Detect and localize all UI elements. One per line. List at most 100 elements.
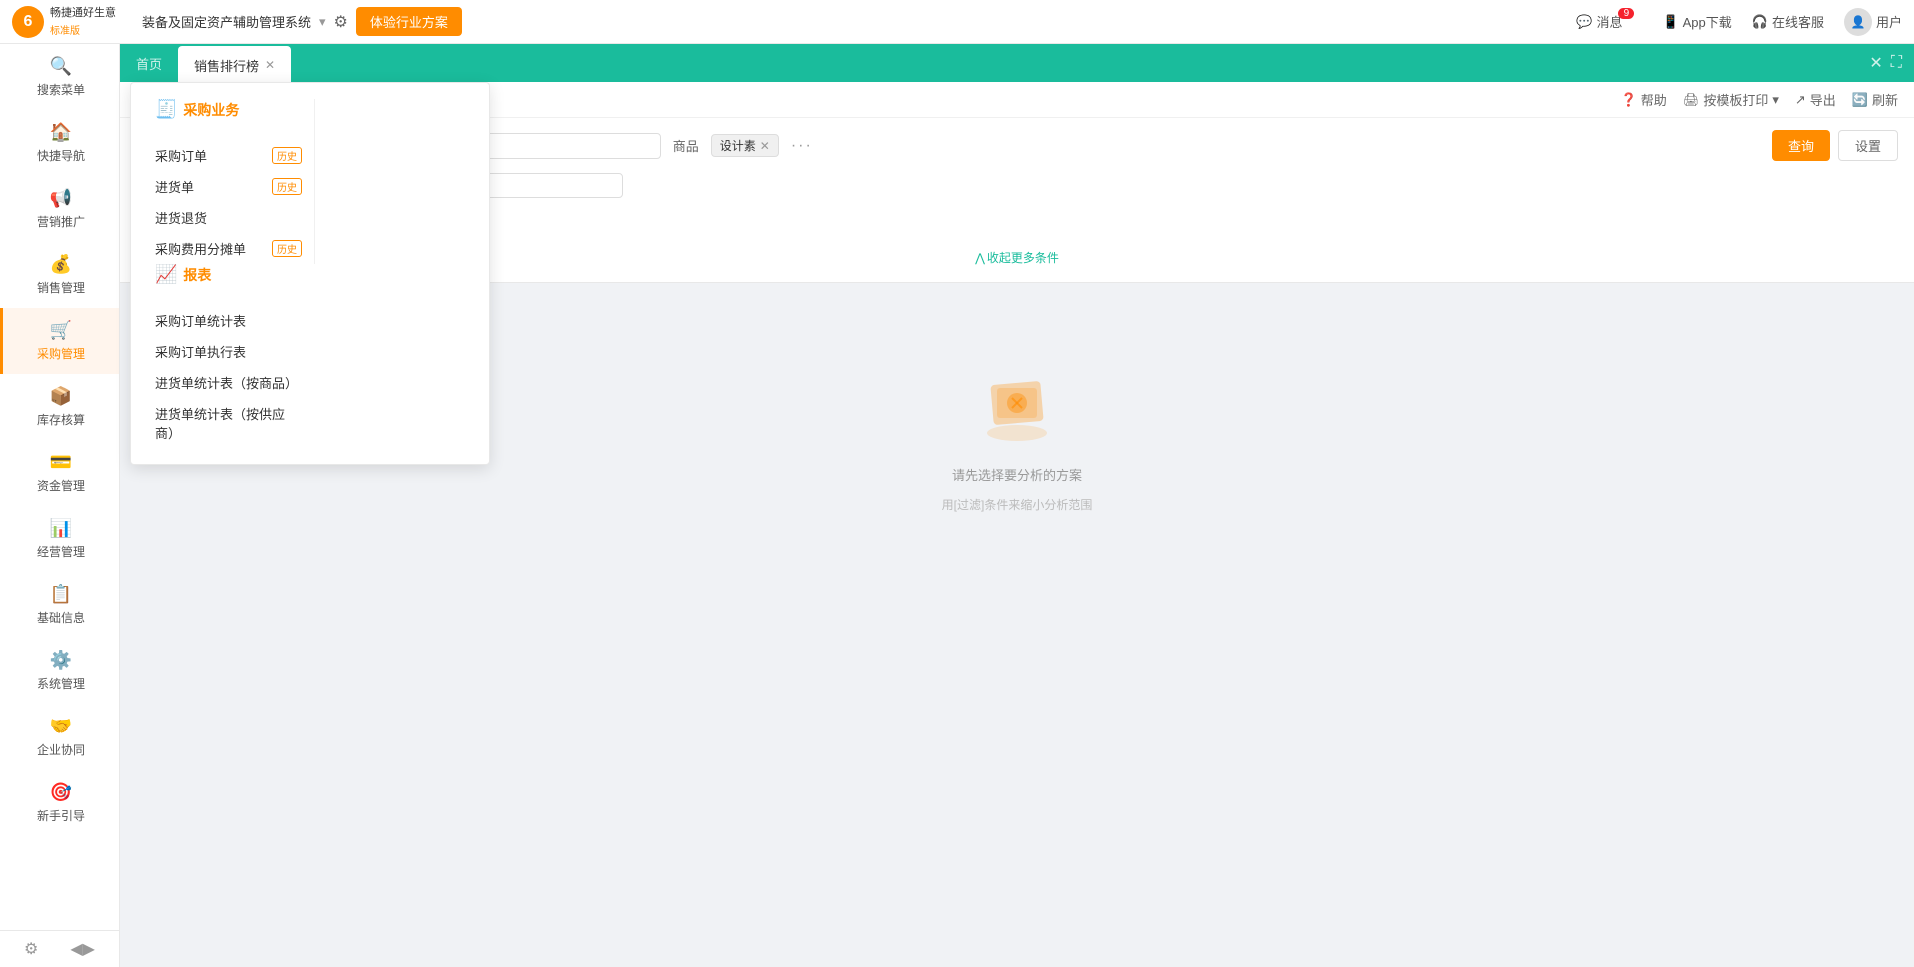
system-dropdown-icon[interactable]: ▾ bbox=[319, 14, 326, 30]
sidebar-item-enterprise[interactable]: 🤝 企业协同 bbox=[0, 704, 119, 770]
home-icon: 🏠 bbox=[50, 122, 72, 143]
app-download-label: App下载 bbox=[1683, 12, 1732, 31]
dropdown-item-expense[interactable]: 采购费用分摊单 历史 bbox=[155, 233, 302, 264]
sidebar-item-system[interactable]: ⚙️ 系统管理 bbox=[0, 638, 119, 704]
purchase-dropdown-menu: 🧾 采购业务 采购订单 历史 进货单 历史 进货退货 采购费用分摊单 历史 bbox=[130, 82, 490, 465]
goods-tag-value: 设计素 bbox=[720, 137, 756, 154]
marketing-icon: 📢 bbox=[50, 188, 72, 209]
empty-tip2-text: 用[过滤]条件来缩小分析范围 bbox=[942, 498, 1093, 512]
dropdown-purchase-col: 🧾 采购业务 采购订单 历史 进货单 历史 进货退货 采购费用分摊单 历史 bbox=[147, 99, 310, 264]
sidebar-item-basic[interactable]: 📋 基础信息 bbox=[0, 572, 119, 638]
goods-more-icon[interactable]: ··· bbox=[791, 137, 813, 155]
sidebar-item-purchase[interactable]: 🛒 采购管理 bbox=[0, 308, 119, 374]
sidebar-label-guide: 新手引导 bbox=[37, 807, 85, 824]
query-button[interactable]: 查询 bbox=[1772, 130, 1830, 161]
tab-close-all-icon[interactable]: ✕ bbox=[1869, 53, 1882, 73]
sidebar-item-guide[interactable]: 🎯 新手引导 bbox=[0, 770, 119, 836]
sidebar-item-finance[interactable]: 💳 资金管理 bbox=[0, 440, 119, 506]
sidebar-settings-icon[interactable]: ⚙ bbox=[24, 939, 38, 959]
sidebar-label-finance: 资金管理 bbox=[37, 477, 85, 494]
tab-maximize-icon[interactable]: ⛶ bbox=[1891, 54, 1902, 72]
help-button[interactable]: ❓ 帮助 bbox=[1621, 90, 1667, 109]
basic-icon: 📋 bbox=[50, 584, 72, 605]
sidebar-collapse-icon[interactable]: ◀▶ bbox=[70, 939, 95, 959]
sidebar: 🔍 搜索菜单 🏠 快捷导航 📢 营销推广 💰 销售管理 🛒 采购管理 📦 库存核… bbox=[0, 44, 120, 967]
inbound-supplier-label: 进货单统计表（按供应商） bbox=[155, 404, 302, 442]
dropdown-item-inbound-goods[interactable]: 进货单统计表（按商品） bbox=[155, 367, 302, 398]
dropdown-item-inbound[interactable]: 进货单 历史 bbox=[155, 171, 302, 202]
order-stat-label: 采购订单统计表 bbox=[155, 311, 246, 330]
sidebar-label-purchase: 采购管理 bbox=[37, 345, 85, 362]
top-bar-right: 💬 消息 9 📱 App下载 🎧 在线客服 👤 用户 bbox=[1576, 8, 1902, 36]
user-label: 用户 bbox=[1876, 12, 1902, 31]
dropdown-item-purchase-order[interactable]: 采购订单 历史 bbox=[155, 140, 302, 171]
sidebar-item-quick-nav[interactable]: 🏠 快捷导航 bbox=[0, 110, 119, 176]
report-col-title: 📈 报表 bbox=[155, 264, 302, 293]
sidebar-label-inventory: 库存核算 bbox=[37, 411, 85, 428]
sidebar-label-system: 系统管理 bbox=[37, 675, 85, 692]
dropdown-columns: 🧾 采购业务 采购订单 历史 进货单 历史 进货退货 采购费用分摊单 历史 bbox=[147, 99, 473, 448]
online-service-item[interactable]: 🎧 在线客服 bbox=[1752, 12, 1824, 31]
tab-home[interactable]: 首页 bbox=[120, 44, 178, 82]
guide-icon: 🎯 bbox=[50, 782, 72, 803]
sidebar-label-marketing: 营销推广 bbox=[37, 213, 85, 230]
logo-icon: 6 bbox=[12, 6, 44, 38]
system-settings-icon[interactable]: ⚙ bbox=[334, 12, 348, 32]
sidebar-item-marketing[interactable]: 📢 营销推广 bbox=[0, 176, 119, 242]
query-actions: 查询 设置 bbox=[1772, 130, 1898, 161]
voucher-status-input[interactable]: ▾ bbox=[461, 133, 661, 159]
headset-icon: 🎧 bbox=[1752, 14, 1768, 30]
empty-svg bbox=[967, 353, 1067, 453]
phone-icon: 📱 bbox=[1662, 14, 1678, 30]
goods-label: 商品 bbox=[673, 136, 699, 155]
refresh-label: 刷新 bbox=[1872, 90, 1898, 109]
sidebar-item-sales[interactable]: 💰 销售管理 bbox=[0, 242, 119, 308]
tab-close-icon[interactable]: ✕ bbox=[265, 58, 275, 72]
sidebar-item-operation[interactable]: 📊 经营管理 bbox=[0, 506, 119, 572]
dropdown-item-order-exec[interactable]: 采购订单执行表 bbox=[155, 336, 302, 367]
tab-sales-ranking-label: 销售排行榜 bbox=[194, 56, 259, 75]
purchase-col-label: 采购业务 bbox=[183, 100, 239, 120]
online-service-label: 在线客服 bbox=[1772, 12, 1824, 31]
export-button[interactable]: ↗ 导出 bbox=[1795, 90, 1836, 109]
enterprise-icon: 🤝 bbox=[50, 716, 72, 737]
goods-tag-close[interactable]: ✕ bbox=[760, 139, 770, 153]
logo-text: 畅捷通好生意 标准版 bbox=[50, 6, 116, 36]
dropdown-report-col: 📈 报表 采购订单统计表 采购订单执行表 进货单统计表（按商品） 进货单统计表（… bbox=[147, 264, 310, 448]
tab-sales-ranking[interactable]: 销售排行榜 ✕ bbox=[178, 46, 291, 84]
purchase-order-history: 历史 bbox=[272, 147, 302, 164]
empty-tip1-text: 请先选择要分析的方案 bbox=[952, 468, 1082, 483]
tab-bar-actions: ✕ ⛶ bbox=[1869, 53, 1914, 73]
collapse-label: 收起更多条件 bbox=[987, 249, 1059, 266]
sidebar-label-quick-nav: 快捷导航 bbox=[37, 147, 85, 164]
setting-button[interactable]: 设置 bbox=[1838, 130, 1898, 161]
messages-badge: 9 bbox=[1618, 8, 1634, 19]
search-icon: 🔍 bbox=[50, 56, 72, 77]
operation-icon: 📊 bbox=[50, 518, 72, 539]
sidebar-label-search: 搜索菜单 bbox=[37, 81, 85, 98]
inbound-history: 历史 bbox=[272, 178, 302, 195]
logo-area: 6 畅捷通好生意 标准版 bbox=[12, 6, 132, 38]
sidebar-item-search[interactable]: 🔍 搜索菜单 bbox=[0, 44, 119, 110]
empty-tip2: 用[过滤]条件来缩小分析范围 bbox=[942, 496, 1093, 513]
dropdown-item-order-stat[interactable]: 采购订单统计表 bbox=[155, 305, 302, 336]
goods-tag: 设计素 ✕ bbox=[711, 134, 779, 157]
user-item[interactable]: 👤 用户 bbox=[1844, 8, 1902, 36]
industry-button[interactable]: 体验行业方案 bbox=[356, 7, 462, 36]
sidebar-item-inventory[interactable]: 📦 库存核算 bbox=[0, 374, 119, 440]
collapse-up-icon: ⋀ bbox=[975, 251, 985, 265]
purchase-col-title: 🧾 采购业务 bbox=[155, 99, 302, 128]
dropdown-item-inbound-supplier[interactable]: 进货单统计表（按供应商） bbox=[155, 398, 302, 448]
refresh-icon: 🔄 bbox=[1852, 92, 1868, 108]
messages-item[interactable]: 💬 消息 9 bbox=[1576, 12, 1642, 31]
sidebar-label-enterprise: 企业协同 bbox=[37, 741, 85, 758]
dropdown-item-return[interactable]: 进货退货 bbox=[155, 202, 302, 233]
app-download-item[interactable]: 📱 App下载 bbox=[1662, 12, 1731, 31]
print-button[interactable]: 🖨 按模板打印 ▾ bbox=[1683, 90, 1779, 109]
logo-edition: 标准版 bbox=[50, 22, 116, 37]
help-icon: ❓ bbox=[1621, 92, 1637, 108]
inbound-goods-label: 进货单统计表（按商品） bbox=[155, 373, 298, 392]
system-icon: ⚙️ bbox=[50, 650, 72, 671]
refresh-button[interactable]: 🔄 刷新 bbox=[1852, 90, 1898, 109]
collapse-button[interactable]: ⋀ 收起更多条件 bbox=[975, 249, 1059, 266]
